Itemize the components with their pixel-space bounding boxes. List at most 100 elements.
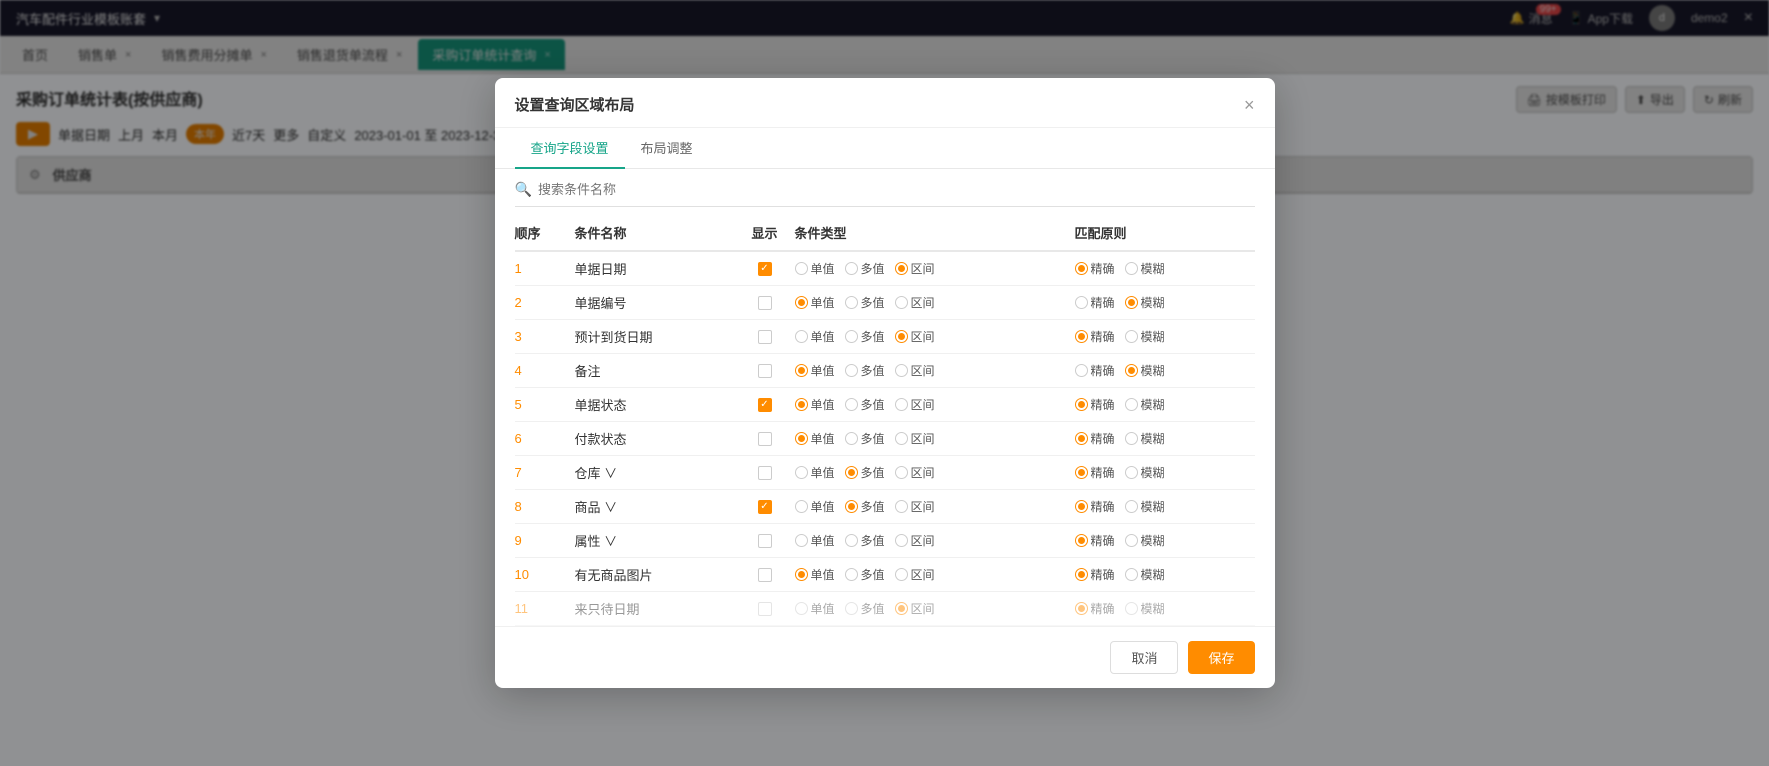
match-fuzzy[interactable]: 模糊 bbox=[1125, 498, 1165, 515]
type-single[interactable]: 单值 bbox=[795, 600, 835, 617]
display-checkbox[interactable] bbox=[758, 398, 772, 412]
type-range[interactable]: 区间 bbox=[895, 328, 935, 345]
match-fuzzy[interactable]: 模糊 bbox=[1125, 566, 1165, 583]
type-multi[interactable]: 多值 bbox=[845, 498, 885, 515]
type-radio-group: 单值 多值 区间 bbox=[795, 498, 935, 515]
radio-fuzzy-icon bbox=[1125, 398, 1138, 411]
radio-exact-icon bbox=[1075, 466, 1088, 479]
match-fuzzy[interactable]: 模糊 bbox=[1125, 294, 1165, 311]
row-name: 单据状态 bbox=[575, 395, 627, 414]
type-range[interactable]: 区间 bbox=[895, 396, 935, 413]
display-checkbox[interactable] bbox=[758, 466, 772, 480]
match-fuzzy[interactable]: 模糊 bbox=[1125, 464, 1165, 481]
type-multi[interactable]: 多值 bbox=[845, 396, 885, 413]
type-single[interactable]: 单值 bbox=[795, 498, 835, 515]
display-checkbox[interactable] bbox=[758, 296, 772, 310]
type-range[interactable]: 区间 bbox=[895, 532, 935, 549]
match-radio-group: 精确 模糊 bbox=[1075, 328, 1165, 345]
tab-layout-adjust[interactable]: 布局调整 bbox=[625, 128, 709, 169]
match-fuzzy[interactable]: 模糊 bbox=[1125, 362, 1165, 379]
match-fuzzy[interactable]: 模糊 bbox=[1125, 532, 1165, 549]
type-range[interactable]: 区间 bbox=[895, 430, 935, 447]
search-input[interactable] bbox=[538, 182, 738, 197]
table-row: 1 单据日期 单值 多值 bbox=[515, 252, 1255, 286]
radio-range-icon bbox=[895, 364, 908, 377]
radio-range-icon bbox=[895, 602, 908, 615]
match-fuzzy[interactable]: 模糊 bbox=[1125, 396, 1165, 413]
type-multi[interactable]: 多值 bbox=[845, 532, 885, 549]
tab-query-fields[interactable]: 查询字段设置 bbox=[515, 128, 625, 169]
type-radio-group: 单值 多值 区间 bbox=[795, 362, 935, 379]
display-checkbox[interactable] bbox=[758, 262, 772, 276]
type-single[interactable]: 单值 bbox=[795, 532, 835, 549]
type-radio-group: 单值 多值 区间 bbox=[795, 464, 935, 481]
radio-fuzzy-icon bbox=[1125, 432, 1138, 445]
match-fuzzy[interactable]: 模糊 bbox=[1125, 600, 1165, 617]
type-range[interactable]: 区间 bbox=[895, 566, 935, 583]
type-multi[interactable]: 多值 bbox=[845, 430, 885, 447]
match-exact[interactable]: 精确 bbox=[1075, 464, 1115, 481]
row-name: 属性 ∨ bbox=[575, 531, 618, 550]
type-range[interactable]: 区间 bbox=[895, 362, 935, 379]
type-range[interactable]: 区间 bbox=[895, 600, 935, 617]
table-row: 10 有无商品图片 单值 多值 bbox=[515, 558, 1255, 592]
cancel-button[interactable]: 取消 bbox=[1110, 641, 1178, 674]
match-exact[interactable]: 精确 bbox=[1075, 260, 1115, 277]
row-order: 9 bbox=[515, 533, 522, 548]
type-range[interactable]: 区间 bbox=[895, 260, 935, 277]
type-single[interactable]: 单值 bbox=[795, 328, 835, 345]
type-multi[interactable]: 多值 bbox=[845, 464, 885, 481]
match-exact[interactable]: 精确 bbox=[1075, 600, 1115, 617]
type-single[interactable]: 单值 bbox=[795, 260, 835, 277]
display-checkbox[interactable] bbox=[758, 534, 772, 548]
type-single[interactable]: 单值 bbox=[795, 396, 835, 413]
match-fuzzy[interactable]: 模糊 bbox=[1125, 430, 1165, 447]
type-single[interactable]: 单值 bbox=[795, 294, 835, 311]
display-checkbox[interactable] bbox=[758, 500, 772, 514]
type-multi[interactable]: 多值 bbox=[845, 566, 885, 583]
display-checkbox[interactable] bbox=[758, 364, 772, 378]
radio-exact-icon bbox=[1075, 602, 1088, 615]
match-fuzzy[interactable]: 模糊 bbox=[1125, 328, 1165, 345]
dialog-close-button[interactable]: × bbox=[1244, 96, 1255, 114]
type-multi[interactable]: 多值 bbox=[845, 294, 885, 311]
match-exact[interactable]: 精确 bbox=[1075, 532, 1115, 549]
type-multi[interactable]: 多值 bbox=[845, 260, 885, 277]
match-fuzzy[interactable]: 模糊 bbox=[1125, 260, 1165, 277]
radio-multi-icon bbox=[845, 262, 858, 275]
display-checkbox[interactable] bbox=[758, 568, 772, 582]
type-radio-group: 单值 多值 区间 bbox=[795, 600, 935, 617]
radio-single-icon bbox=[795, 432, 808, 445]
type-single[interactable]: 单值 bbox=[795, 566, 835, 583]
display-checkbox[interactable] bbox=[758, 602, 772, 616]
dialog-tabs: 查询字段设置 布局调整 bbox=[495, 128, 1275, 169]
radio-multi-icon bbox=[845, 602, 858, 615]
save-button[interactable]: 保存 bbox=[1188, 641, 1254, 674]
match-exact[interactable]: 精确 bbox=[1075, 396, 1115, 413]
type-range[interactable]: 区间 bbox=[895, 294, 935, 311]
type-multi[interactable]: 多值 bbox=[845, 600, 885, 617]
type-multi[interactable]: 多值 bbox=[845, 362, 885, 379]
type-single[interactable]: 单值 bbox=[795, 362, 835, 379]
table-header: 顺序 条件名称 显示 条件类型 匹配原则 bbox=[515, 215, 1255, 252]
match-exact[interactable]: 精确 bbox=[1075, 566, 1115, 583]
display-checkbox[interactable] bbox=[758, 432, 772, 446]
display-checkbox[interactable] bbox=[758, 330, 772, 344]
type-range[interactable]: 区间 bbox=[895, 464, 935, 481]
type-single[interactable]: 单值 bbox=[795, 464, 835, 481]
match-exact[interactable]: 精确 bbox=[1075, 498, 1115, 515]
match-exact[interactable]: 精确 bbox=[1075, 294, 1115, 311]
radio-single-icon bbox=[795, 364, 808, 377]
match-radio-group: 精确 模糊 bbox=[1075, 532, 1165, 549]
type-range[interactable]: 区间 bbox=[895, 498, 935, 515]
radio-multi-icon bbox=[845, 500, 858, 513]
search-box: 🔍 bbox=[515, 181, 1255, 207]
match-exact[interactable]: 精确 bbox=[1075, 430, 1115, 447]
table-row: 4 备注 单值 多值 bbox=[515, 354, 1255, 388]
match-exact[interactable]: 精确 bbox=[1075, 328, 1115, 345]
type-multi[interactable]: 多值 bbox=[845, 328, 885, 345]
search-icon: 🔍 bbox=[515, 181, 532, 198]
radio-exact-icon bbox=[1075, 296, 1088, 309]
type-single[interactable]: 单值 bbox=[795, 430, 835, 447]
match-exact[interactable]: 精确 bbox=[1075, 362, 1115, 379]
